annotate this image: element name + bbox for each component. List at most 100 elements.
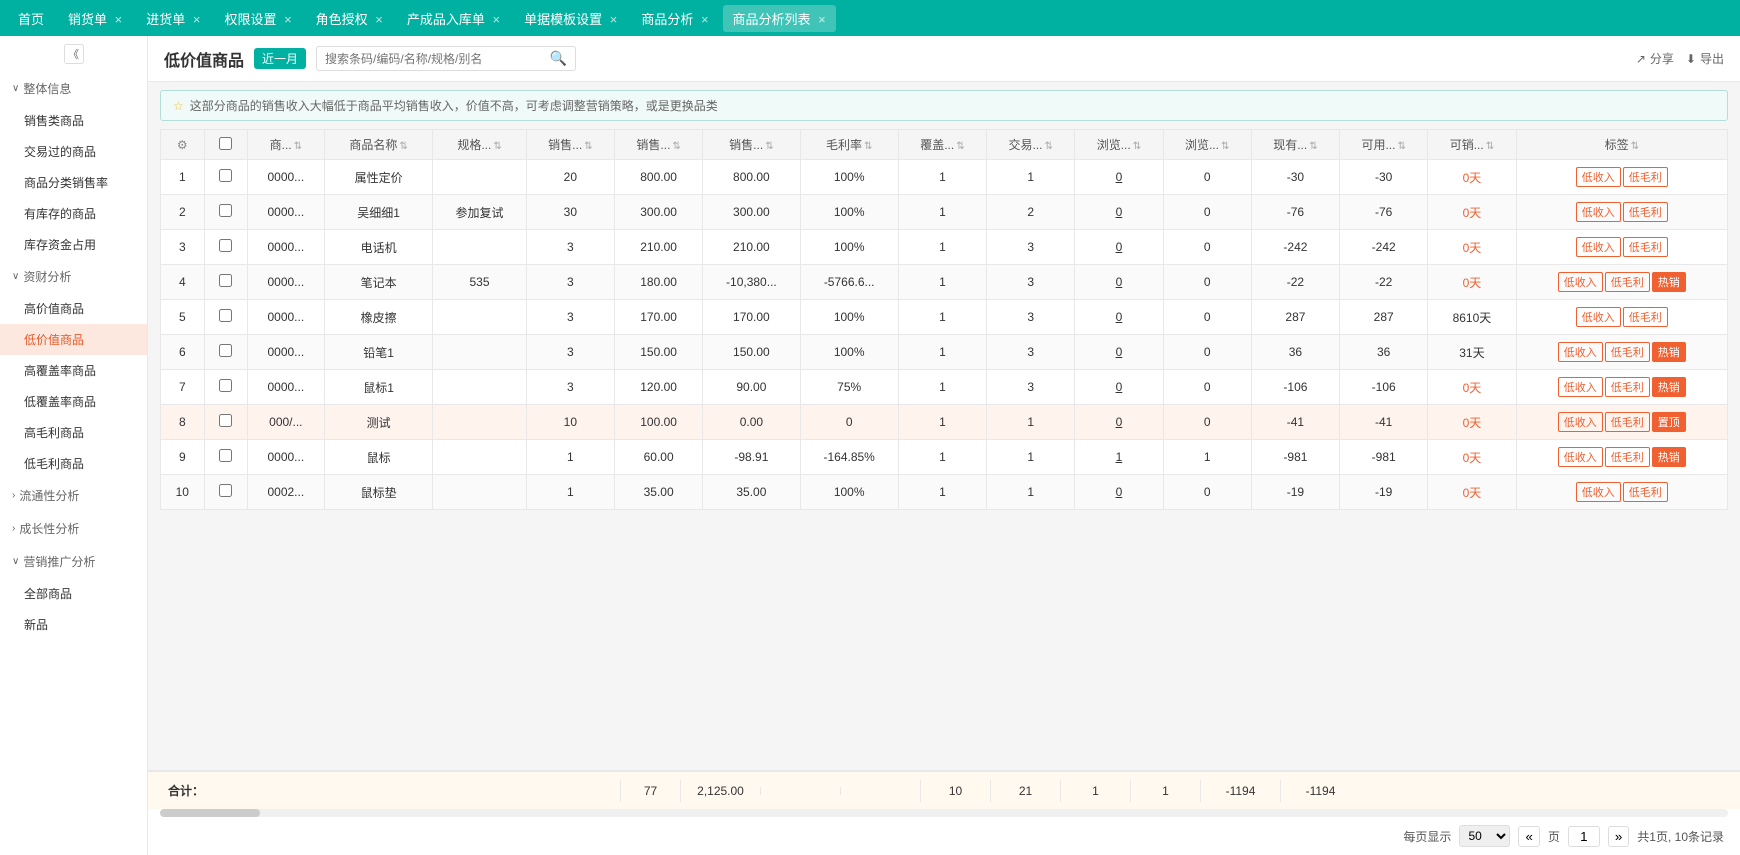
- sort-icon-amt[interactable]: ⇅: [672, 141, 680, 152]
- section-header-growth[interactable]: › 成长性分析: [0, 512, 147, 545]
- cell-browse1[interactable]: 1: [1075, 440, 1163, 475]
- section-header-overview[interactable]: ∨ 整体信息: [0, 72, 147, 105]
- sidebar-item-sales-goods[interactable]: 销售类商品: [0, 105, 147, 136]
- cell-checkbox[interactable]: [204, 265, 247, 300]
- cell-checkbox[interactable]: [204, 475, 247, 510]
- browse-link[interactable]: 0: [1116, 170, 1123, 184]
- row-checkbox[interactable]: [219, 309, 232, 322]
- sort-icon-coverage[interactable]: ⇅: [956, 141, 964, 152]
- sort-icon-spec[interactable]: ⇅: [493, 141, 501, 152]
- section-header-finance[interactable]: ∨ 资财分析: [0, 260, 147, 293]
- nav-product-analysis-list[interactable]: 商品分析列表 ×: [723, 5, 836, 32]
- export-label: 导出: [1700, 50, 1724, 67]
- row-checkbox[interactable]: [219, 484, 232, 497]
- browse-link[interactable]: 0: [1116, 380, 1123, 394]
- section-header-liquidity[interactable]: › 流通性分析: [0, 479, 147, 512]
- cell-browse1[interactable]: 0: [1075, 475, 1163, 510]
- cell-saleable-days: 0天: [1428, 475, 1516, 510]
- cell-checkbox[interactable]: [204, 405, 247, 440]
- search-icon[interactable]: 🔍: [550, 50, 567, 67]
- sort-icon-available[interactable]: ⇅: [1397, 141, 1405, 152]
- browse-link[interactable]: 0: [1116, 345, 1123, 359]
- next-page-button[interactable]: »: [1608, 826, 1629, 847]
- sort-icon-margin[interactable]: ⇅: [864, 141, 872, 152]
- sidebar-item-traded-goods[interactable]: 交易过的商品: [0, 136, 147, 167]
- sort-icon-tags[interactable]: ⇅: [1631, 141, 1639, 152]
- row-checkbox[interactable]: [219, 274, 232, 287]
- cell-checkbox[interactable]: [204, 300, 247, 335]
- browse-link[interactable]: 0: [1116, 205, 1123, 219]
- sidebar-item-low-profit[interactable]: 低毛利商品: [0, 448, 147, 479]
- browse-link[interactable]: 0: [1116, 310, 1123, 324]
- settings-gear-icon[interactable]: ⚙: [177, 138, 188, 152]
- col-checkbox[interactable]: [204, 130, 247, 160]
- row-checkbox[interactable]: [219, 204, 232, 217]
- share-button[interactable]: ↗ 分享: [1636, 50, 1674, 67]
- sidebar-item-low-coverage[interactable]: 低覆盖率商品: [0, 386, 147, 417]
- row-checkbox[interactable]: [219, 169, 232, 182]
- cell-browse1[interactable]: 0: [1075, 300, 1163, 335]
- prev-page-button[interactable]: «: [1518, 826, 1539, 847]
- table-container[interactable]: ⚙ 商...⇅ 商品名称⇅ 规格...⇅ 销售...⇅ 销售...⇅ 销售...…: [148, 129, 1740, 770]
- select-all-checkbox[interactable]: [219, 137, 232, 150]
- cell-checkbox[interactable]: [204, 160, 247, 195]
- sort-icon-browse2[interactable]: ⇅: [1221, 141, 1229, 152]
- sidebar-item-inventory-goods[interactable]: 有库存的商品: [0, 198, 147, 229]
- row-checkbox[interactable]: [219, 379, 232, 392]
- collapse-button[interactable]: 《: [64, 44, 84, 64]
- browse-link[interactable]: 0: [1116, 240, 1123, 254]
- sidebar-item-high-profit[interactable]: 高毛利商品: [0, 417, 147, 448]
- export-button[interactable]: ⬇ 导出: [1686, 50, 1724, 67]
- col-settings[interactable]: ⚙: [161, 130, 205, 160]
- row-checkbox[interactable]: [219, 449, 232, 462]
- nav-template-settings[interactable]: 单据模板设置 ×: [514, 5, 627, 32]
- sidebar-item-new-goods[interactable]: 新品: [0, 609, 147, 640]
- cell-browse1[interactable]: 0: [1075, 230, 1163, 265]
- cell-checkbox[interactable]: [204, 195, 247, 230]
- cell-browse1[interactable]: 0: [1075, 335, 1163, 370]
- sort-icon[interactable]: ⇅: [294, 141, 302, 152]
- sidebar-item-high-coverage[interactable]: 高覆盖率商品: [0, 355, 147, 386]
- cell-checkbox[interactable]: [204, 370, 247, 405]
- nav-product-inbound[interactable]: 产成品入库单 ×: [397, 5, 510, 32]
- sort-icon-current[interactable]: ⇅: [1309, 141, 1317, 152]
- nav-purchase-order[interactable]: 进货单 ×: [136, 5, 210, 32]
- sidebar-item-inventory-capital[interactable]: 库存资金占用: [0, 229, 147, 260]
- sort-icon-name[interactable]: ⇅: [399, 141, 407, 152]
- row-checkbox[interactable]: [219, 239, 232, 252]
- sort-icon-trade[interactable]: ⇅: [1044, 141, 1052, 152]
- sort-icon-qty[interactable]: ⇅: [584, 141, 592, 152]
- nav-sales-order[interactable]: 销货单 ×: [58, 5, 132, 32]
- row-checkbox[interactable]: [219, 344, 232, 357]
- cell-checkbox[interactable]: [204, 335, 247, 370]
- sort-icon-saleable[interactable]: ⇅: [1486, 141, 1494, 152]
- horizontal-scrollbar[interactable]: [160, 809, 260, 817]
- cell-browse1[interactable]: 0: [1075, 195, 1163, 230]
- browse-link[interactable]: 0: [1116, 415, 1123, 429]
- sidebar-item-all-goods[interactable]: 全部商品: [0, 578, 147, 609]
- cell-browse1[interactable]: 0: [1075, 265, 1163, 300]
- nav-permissions[interactable]: 权限设置 ×: [214, 5, 301, 32]
- sidebar-item-high-value[interactable]: 高价值商品: [0, 293, 147, 324]
- filter-tag-recent-month[interactable]: 近一月: [254, 48, 306, 69]
- cell-checkbox[interactable]: [204, 440, 247, 475]
- page-number-input[interactable]: [1568, 826, 1600, 847]
- page-size-select[interactable]: 50 100 200: [1459, 825, 1510, 847]
- cell-browse1[interactable]: 0: [1075, 160, 1163, 195]
- sort-icon-browse1[interactable]: ⇅: [1133, 141, 1141, 152]
- nav-product-analysis[interactable]: 商品分析 ×: [631, 5, 718, 32]
- search-input[interactable]: [325, 52, 546, 66]
- sidebar-item-low-value[interactable]: 低价值商品: [0, 324, 147, 355]
- browse-link[interactable]: 1: [1116, 450, 1123, 464]
- section-header-marketing[interactable]: ∨ 营销推广分析: [0, 545, 147, 578]
- nav-home[interactable]: 首页: [8, 5, 54, 32]
- sort-icon-cost[interactable]: ⇅: [765, 141, 773, 152]
- row-checkbox[interactable]: [219, 414, 232, 427]
- nav-role-auth[interactable]: 角色授权 ×: [306, 5, 393, 32]
- browse-link[interactable]: 0: [1116, 275, 1123, 289]
- cell-checkbox[interactable]: [204, 230, 247, 265]
- cell-browse1[interactable]: 0: [1075, 370, 1163, 405]
- cell-browse1[interactable]: 0: [1075, 405, 1163, 440]
- sidebar-item-category-sales[interactable]: 商品分类销售率: [0, 167, 147, 198]
- browse-link[interactable]: 0: [1116, 485, 1123, 499]
